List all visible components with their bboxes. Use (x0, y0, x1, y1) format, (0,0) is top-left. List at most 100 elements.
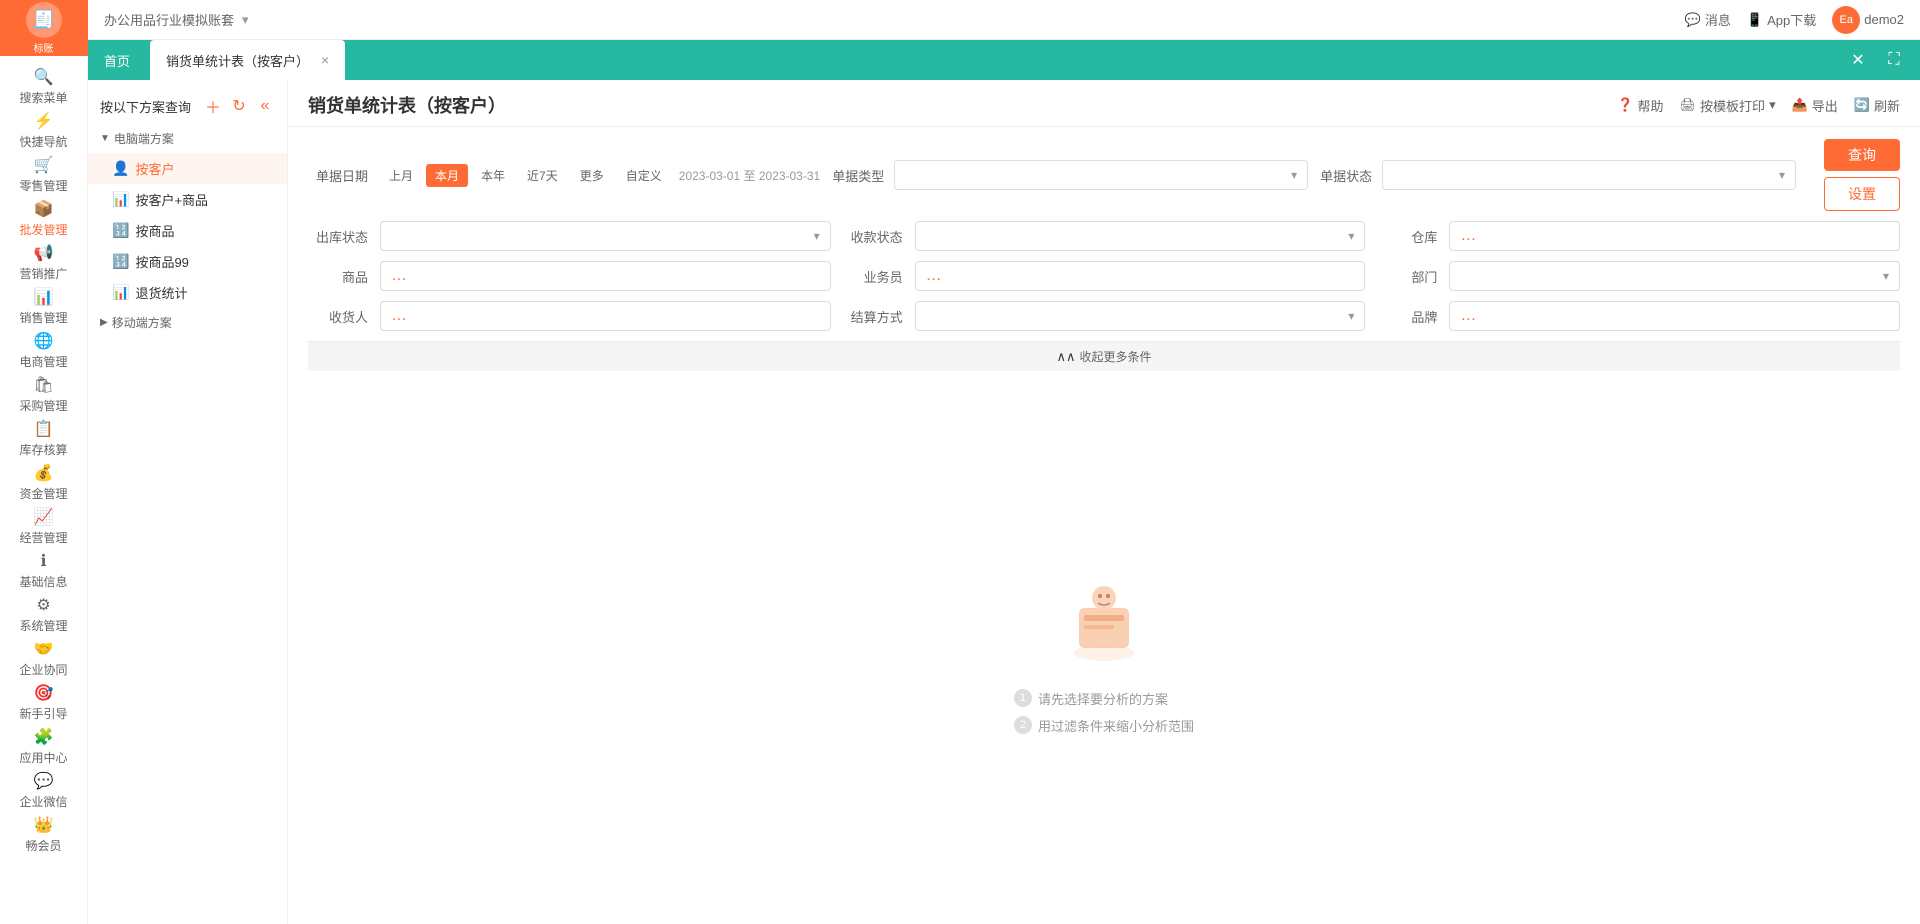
sidebar-item-appstore-label: 应用中心 (19, 749, 67, 766)
query-button[interactable]: 查询 (1824, 139, 1900, 171)
settle-select[interactable]: ▾ (915, 301, 1366, 331)
out-status-select[interactable]: ▾ (380, 221, 831, 251)
sidebar-item-cooperation[interactable]: 🤝 企业协同 (0, 636, 87, 680)
main-content: 办公用品行业模拟账套 ▾ 💬 消息 📱 App下载 Ea demo2 首页 (88, 0, 1920, 924)
refresh-btn[interactable]: 🔄 刷新 (1854, 96, 1900, 115)
messages-btn[interactable]: 💬 消息 (1685, 10, 1731, 29)
scheme-item-return-stats[interactable]: 📊 退货统计 (88, 277, 287, 308)
sidebar-item-ecommerce[interactable]: 🌐 电商管理 (0, 328, 87, 372)
settle-arrow: ▾ (1348, 309, 1354, 323)
scheme-collapse-btn[interactable]: « (255, 96, 275, 116)
warehouse-input[interactable]: … (1449, 221, 1900, 251)
scheme-section-mobile: ▶ 移动端方案 (88, 308, 287, 337)
scheme-section-desktop-title[interactable]: ▼ 电脑端方案 (88, 124, 287, 153)
logo-text: 标账 (34, 40, 54, 55)
sidebar-item-inventory-label: 库存核算 (19, 441, 67, 458)
scheme-item-by-customer[interactable]: 👤 按客户 (88, 153, 287, 184)
date-btn-last-month[interactable]: 上月 (380, 164, 422, 187)
topbar-dropdown-icon: ▾ (242, 12, 249, 28)
order-type-select[interactable]: ▾ (894, 160, 1308, 190)
receipt-status-select[interactable]: ▾ (915, 221, 1366, 251)
date-btn-more[interactable]: 更多 (571, 164, 613, 187)
dept-select[interactable]: ▾ (1449, 261, 1900, 291)
tab-close-icon[interactable]: × (321, 52, 329, 68)
template-print-btn[interactable]: 🖨 按模板打印 ▾ (1680, 96, 1776, 115)
sidebar-item-inventory[interactable]: 📋 库存核算 (0, 416, 87, 460)
staff-input[interactable]: … (915, 261, 1366, 291)
collapse-up-icon: ∧∧ (1056, 349, 1075, 365)
ecommerce-icon: 🌐 (34, 331, 54, 351)
receiver-input[interactable]: … (380, 301, 831, 331)
empty-illustration (1054, 573, 1154, 673)
sidebar-item-finance[interactable]: 💰 资金管理 (0, 460, 87, 504)
mobile-section-arrow: ▶ (100, 317, 108, 328)
logo-icon: 🧾 (26, 2, 62, 38)
empty-state: 1 请先选择要分析的方案 2 用过滤条件来缩小分析范围 (288, 383, 1920, 924)
sidebar-item-wholesale[interactable]: 📦 批发管理 (0, 196, 87, 240)
sidebar-item-retail[interactable]: 🛒 零售管理 (0, 152, 87, 196)
goods-input[interactable]: … (380, 261, 831, 291)
download-icon: 📱 (1747, 12, 1763, 28)
sidebar-item-member[interactable]: 👑 畅会员 (0, 812, 87, 856)
wechat-icon: 💬 (34, 771, 54, 791)
user-name: demo2 (1864, 12, 1904, 27)
sidebar-item-wechat[interactable]: 💬 企业微信 (0, 768, 87, 812)
scheme-panel-title: 按以下方案查询 (100, 97, 191, 116)
hint-num-1: 1 (1014, 689, 1032, 707)
sidebar-item-search[interactable]: 🔍 搜索菜单 (0, 64, 87, 108)
sidebar-item-marketing[interactable]: 📢 营销推广 (0, 240, 87, 284)
scheme-add-btn[interactable]: ＋ (203, 96, 223, 116)
sidebar-item-purchase[interactable]: 🛍 采购管理 (0, 372, 87, 416)
date-range-text: 2023-03-01 至 2023-03-31 (679, 167, 820, 184)
topbar-title[interactable]: 办公用品行业模拟账套 ▾ (104, 10, 249, 29)
date-btn-last7days[interactable]: 近7天 (518, 164, 567, 187)
quicknav-icon: ⚡ (34, 111, 54, 131)
active-tab-label: 销货单统计表（按客户） (166, 51, 309, 70)
settings-button[interactable]: 设置 (1824, 177, 1900, 211)
sidebar-item-operation[interactable]: 📈 经营管理 (0, 504, 87, 548)
date-btn-this-month[interactable]: 本月 (426, 164, 468, 187)
finance-icon: 💰 (34, 463, 54, 483)
sidebar-item-search-label: 搜索菜单 (19, 89, 67, 106)
system-icon: ⚙ (36, 595, 50, 615)
basic-icon: ℹ (40, 551, 46, 571)
sidebar-item-sales[interactable]: 📊 销售管理 (0, 284, 87, 328)
sidebar-item-member-label: 畅会员 (25, 837, 61, 854)
scheme-item-by-goods99[interactable]: 🔢 按商品99 (88, 246, 287, 277)
refresh-icon: 🔄 (1854, 97, 1870, 113)
date-btn-custom[interactable]: 自定义 (617, 164, 671, 187)
tab-minimize-btn[interactable]: ✕ (1844, 46, 1872, 74)
scheme-item-by-customer-goods[interactable]: 📊 按客户+商品 (88, 184, 287, 215)
scheme-section-mobile-title[interactable]: ▶ 移动端方案 (88, 308, 287, 337)
scheme-item-goods99-label: 按商品99 (135, 252, 188, 271)
sidebar-item-appstore[interactable]: 🧩 应用中心 (0, 724, 87, 768)
export-btn[interactable]: 📤 导出 (1792, 96, 1838, 115)
sidebar-item-newbie[interactable]: 🎯 新手引导 (0, 680, 87, 724)
tab-maximize-btn[interactable]: ⛶ (1880, 46, 1908, 74)
tab-home[interactable]: 首页 (88, 40, 146, 80)
sidebar-item-quicknav[interactable]: ⚡ 快捷导航 (0, 108, 87, 152)
brand-label: 品牌 (1377, 307, 1437, 326)
sidebar: 🧾 标账 🔍 搜索菜单 ⚡ 快捷导航 🛒 零售管理 📦 批发管理 📢 营销推广 … (0, 0, 88, 924)
logo[interactable]: 🧾 标账 (0, 0, 88, 56)
app-download-label: App下载 (1767, 10, 1816, 29)
help-btn[interactable]: ❓ 帮助 (1617, 96, 1663, 115)
sidebar-item-system[interactable]: ⚙ 系统管理 (0, 592, 87, 636)
sidebar-item-marketing-label: 营销推广 (19, 265, 67, 282)
section-mobile-label: 移动端方案 (112, 314, 172, 331)
scheme-item-by-goods[interactable]: 🔢 按商品 (88, 215, 287, 246)
brand-input[interactable]: … (1449, 301, 1900, 331)
section-expand-arrow: ▼ (100, 133, 110, 144)
date-btn-this-year[interactable]: 本年 (472, 164, 514, 187)
scheme-refresh-btn[interactable]: ↻ (229, 96, 249, 116)
user-info[interactable]: Ea demo2 (1832, 6, 1904, 34)
tab-sales-stats[interactable]: 销货单统计表（按客户） × (150, 40, 345, 80)
purchase-icon: 🛍 (33, 375, 53, 395)
order-status-select[interactable]: ▾ (1382, 160, 1796, 190)
sidebar-item-basic[interactable]: ℹ 基础信息 (0, 548, 87, 592)
order-status-label: 单据状态 (1320, 166, 1370, 185)
filter-area: 单据日期 上月 本月 本年 近7天 (288, 127, 1920, 383)
receiver-label: 收货人 (308, 307, 368, 326)
app-download-btn[interactable]: 📱 App下载 (1747, 10, 1816, 29)
collapse-row[interactable]: ∧∧ 收起更多条件 (308, 341, 1900, 371)
